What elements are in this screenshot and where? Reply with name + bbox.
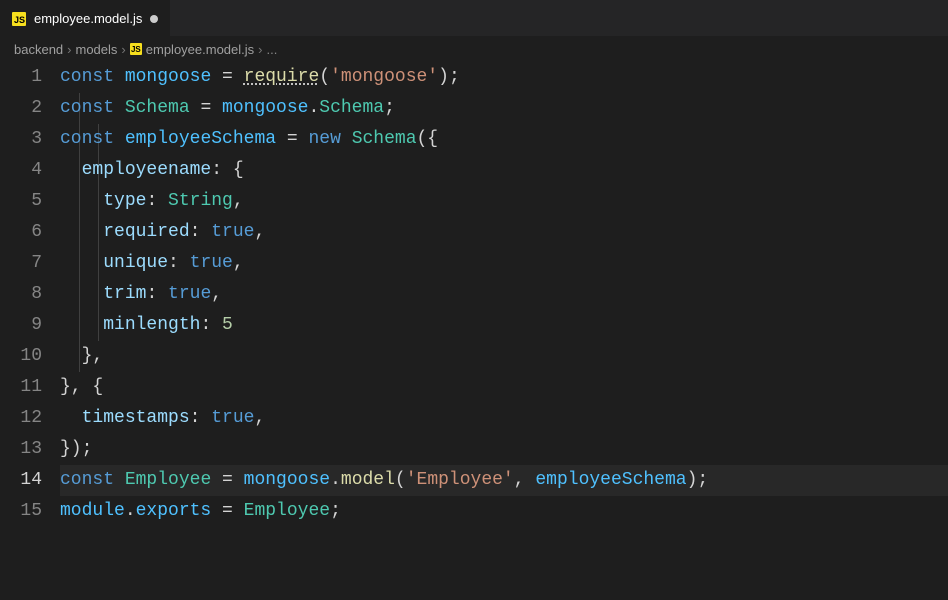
code-line: }); (60, 434, 948, 465)
code-line: const employeeSchema = new Schema({ (60, 124, 948, 155)
code-line: type: String, (60, 186, 948, 217)
crumb[interactable]: employee.model.js (146, 42, 254, 57)
code-area[interactable]: const mongoose = require('mongoose'); co… (60, 62, 948, 600)
line-number: 4 (0, 155, 42, 186)
code-line: const Employee = mongoose.model('Employe… (60, 465, 948, 496)
line-number: 8 (0, 279, 42, 310)
code-line: const mongoose = require('mongoose'); (60, 62, 948, 93)
tab-bar: JS employee.model.js (0, 0, 948, 36)
code-line: }, { (60, 372, 948, 403)
line-number: 14 (0, 465, 42, 496)
chevron-right-icon: › (121, 42, 125, 57)
line-number: 3 (0, 124, 42, 155)
editor[interactable]: 1 2 3 4 5 6 7 8 9 10 11 12 13 14 15 cons… (0, 62, 948, 600)
line-number: 2 (0, 93, 42, 124)
crumb[interactable]: backend (14, 42, 63, 57)
tab-filename: employee.model.js (34, 11, 142, 26)
chevron-right-icon: › (67, 42, 71, 57)
code-line: }, (60, 341, 948, 372)
line-number: 15 (0, 496, 42, 527)
chevron-right-icon: › (258, 42, 262, 57)
line-number: 7 (0, 248, 42, 279)
code-line: minlength: 5 (60, 310, 948, 341)
line-number-gutter: 1 2 3 4 5 6 7 8 9 10 11 12 13 14 15 (0, 62, 60, 600)
code-line: const Schema = mongoose.Schema; (60, 93, 948, 124)
code-line: timestamps: true, (60, 403, 948, 434)
code-line: trim: true, (60, 279, 948, 310)
js-icon: JS (130, 43, 142, 55)
line-number: 13 (0, 434, 42, 465)
line-number: 12 (0, 403, 42, 434)
line-number: 5 (0, 186, 42, 217)
crumb-more[interactable]: ... (267, 42, 278, 57)
tab-active[interactable]: JS employee.model.js (0, 0, 170, 36)
code-line: employeename: { (60, 155, 948, 186)
js-icon: JS (12, 12, 26, 26)
unsaved-dot-icon (150, 15, 158, 23)
line-number: 9 (0, 310, 42, 341)
line-number: 11 (0, 372, 42, 403)
line-number: 1 (0, 62, 42, 93)
code-line: module.exports = Employee; (60, 496, 948, 527)
code-line: unique: true, (60, 248, 948, 279)
line-number: 10 (0, 341, 42, 372)
breadcrumb[interactable]: backend › models › JS employee.model.js … (0, 36, 948, 62)
code-line: required: true, (60, 217, 948, 248)
line-number: 6 (0, 217, 42, 248)
crumb[interactable]: models (76, 42, 118, 57)
